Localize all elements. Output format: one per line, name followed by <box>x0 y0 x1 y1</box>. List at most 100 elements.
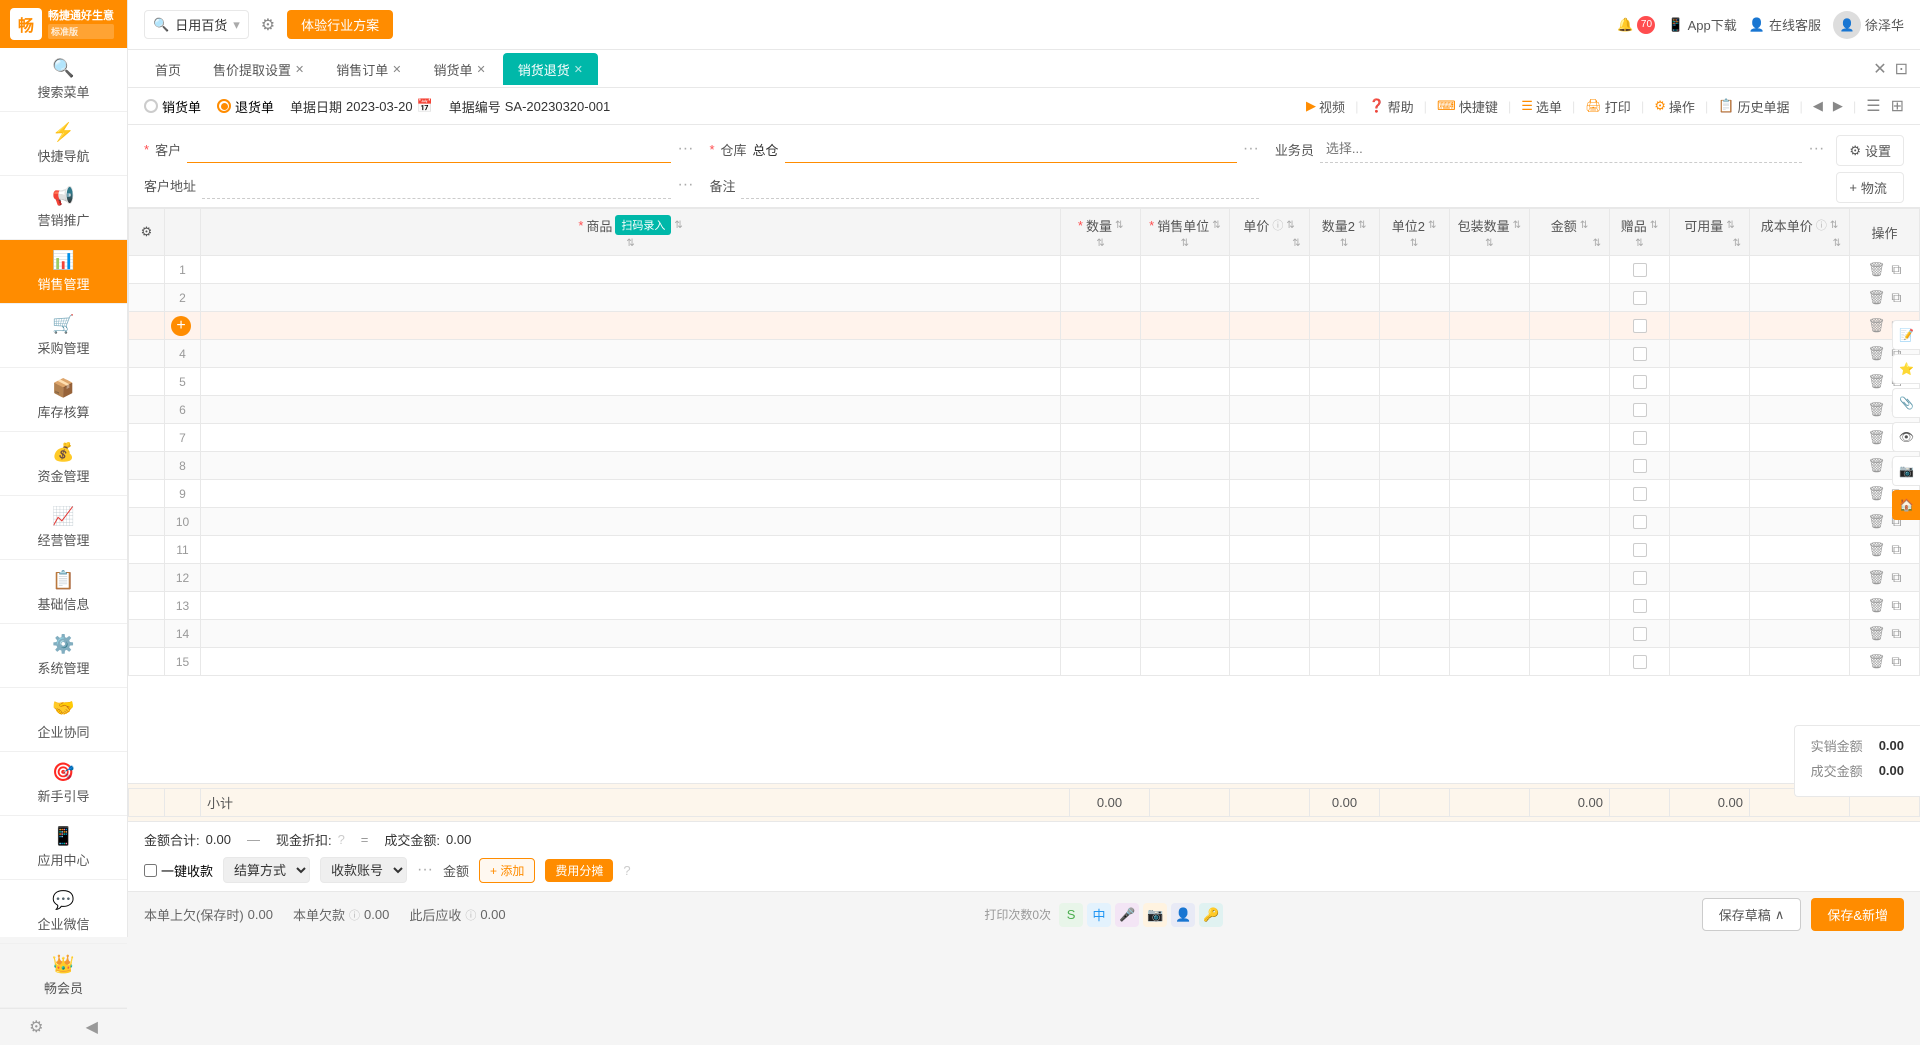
row-amount-12[interactable] <box>1530 564 1610 592</box>
row-qty-7[interactable] <box>1061 424 1141 452</box>
row-price-10[interactable] <box>1229 508 1309 536</box>
gift-checkbox-2[interactable] <box>1633 291 1647 305</box>
product-input-2[interactable] <box>207 291 1054 305</box>
col-qty-header[interactable]: * 数量 ⇅ <box>1061 209 1141 256</box>
unit-input-12[interactable] <box>1147 571 1222 585</box>
qty2-input-14[interactable] <box>1316 627 1373 641</box>
delete-icon-11[interactable]: 🗑 <box>1868 541 1886 558</box>
row-unit-8[interactable] <box>1141 452 1229 480</box>
copy-icon-2[interactable]: ⧉ <box>1891 289 1901 306</box>
unit2-input-13[interactable] <box>1386 599 1443 613</box>
action-operate[interactable]: ⚙ 操作 <box>1654 97 1695 116</box>
unit2-input-2[interactable] <box>1386 291 1443 305</box>
row-amount-1[interactable] <box>1530 256 1610 284</box>
row-unit-1[interactable] <box>1141 256 1229 284</box>
row-unit-6[interactable] <box>1141 396 1229 424</box>
pack-input-11[interactable] <box>1456 543 1523 557</box>
row-amount-3[interactable] <box>1530 312 1610 340</box>
delete-icon-2[interactable]: 🗑 <box>1868 289 1886 306</box>
row-product-2[interactable] <box>201 284 1061 312</box>
row-gift-12[interactable] <box>1610 564 1670 592</box>
gift-checkbox-3[interactable] <box>1633 319 1647 333</box>
row-product-3[interactable] <box>201 312 1061 340</box>
pack-input-1[interactable] <box>1456 263 1523 277</box>
radio-return-bill[interactable]: 退货单 <box>217 97 274 116</box>
row-price-7[interactable] <box>1229 424 1309 452</box>
unit-input-8[interactable] <box>1147 459 1222 473</box>
price-input-14[interactable] <box>1236 627 1303 641</box>
action-select[interactable]: ☰ 选单 <box>1521 97 1562 116</box>
price-input-5[interactable] <box>1236 375 1303 389</box>
row-gift-10[interactable] <box>1610 508 1670 536</box>
qty2-input-10[interactable] <box>1316 515 1373 529</box>
row-unit2-6[interactable] <box>1379 396 1449 424</box>
qty-input-15[interactable] <box>1067 655 1134 669</box>
row-qty2-7[interactable] <box>1309 424 1379 452</box>
customer-input[interactable] <box>187 135 671 163</box>
row-unit2-2[interactable] <box>1379 284 1449 312</box>
row-product-11[interactable] <box>201 536 1061 564</box>
unit-input-4[interactable] <box>1147 347 1222 361</box>
pack-input-10[interactable] <box>1456 515 1523 529</box>
row-amount-10[interactable] <box>1530 508 1610 536</box>
qty-input-14[interactable] <box>1067 627 1134 641</box>
row-pack-10[interactable] <box>1449 508 1529 536</box>
one-click-checkbox[interactable] <box>144 864 157 877</box>
footer-icon-key[interactable]: 🔑 <box>1199 903 1223 927</box>
sidebar-item-management[interactable]: 📈 经营管理 <box>0 496 127 560</box>
row-product-5[interactable] <box>201 368 1061 396</box>
unit-input-9[interactable] <box>1147 487 1222 501</box>
sidebar-item-system[interactable]: ⚙️ 系统管理 <box>0 624 127 688</box>
gift-checkbox-8[interactable] <box>1633 459 1647 473</box>
row-price-5[interactable] <box>1229 368 1309 396</box>
sidebar-settings-btn[interactable]: ⚙ <box>29 1017 43 1037</box>
row-unit-10[interactable] <box>1141 508 1229 536</box>
col-available-header[interactable]: 可用量 ⇅ <box>1670 209 1750 256</box>
float-btn-cam[interactable]: 📷 <box>1892 456 1920 486</box>
product-input-3[interactable] <box>207 319 1054 333</box>
row-qty-8[interactable] <box>1061 452 1141 480</box>
col-price-header[interactable]: 单价 ⓘ ⇅ <box>1229 209 1309 256</box>
qty-input-1[interactable] <box>1067 263 1134 277</box>
row-amount-5[interactable] <box>1530 368 1610 396</box>
gift-checkbox-15[interactable] <box>1633 655 1647 669</box>
row-pack-3[interactable] <box>1449 312 1529 340</box>
tab-sales-order-close[interactable]: ✕ <box>392 63 401 76</box>
unit-input-14[interactable] <box>1147 627 1222 641</box>
row-qty2-11[interactable] <box>1309 536 1379 564</box>
row-pack-11[interactable] <box>1449 536 1529 564</box>
qty2-input-11[interactable] <box>1316 543 1373 557</box>
gift-checkbox-1[interactable] <box>1633 263 1647 277</box>
float-btn-eye[interactable]: 👁 <box>1892 422 1920 452</box>
col-settings-header[interactable]: ⚙ <box>129 209 165 256</box>
calc-method-select[interactable]: 结算方式 <box>223 857 310 883</box>
delete-icon-15[interactable]: 🗑 <box>1868 653 1886 670</box>
delete-icon-9[interactable]: 🗑 <box>1868 485 1886 502</box>
salesperson-ellipsis[interactable]: ··· <box>1808 140 1824 158</box>
sidebar-item-inventory[interactable]: 📦 库存核算 <box>0 368 127 432</box>
price-input-10[interactable] <box>1236 515 1303 529</box>
row-amount-2[interactable] <box>1530 284 1610 312</box>
row-pack-6[interactable] <box>1449 396 1529 424</box>
delete-icon-12[interactable]: 🗑 <box>1868 569 1886 586</box>
gift-checkbox-7[interactable] <box>1633 431 1647 445</box>
row-gift-2[interactable] <box>1610 284 1670 312</box>
sidebar-item-quicknav[interactable]: ⚡ 快捷导航 <box>0 112 127 176</box>
row-qty2-3[interactable] <box>1309 312 1379 340</box>
copy-icon-14[interactable]: ⧉ <box>1891 625 1901 642</box>
row-qty-13[interactable] <box>1061 592 1141 620</box>
delete-icon-6[interactable]: 🗑 <box>1868 401 1886 418</box>
row-product-7[interactable] <box>201 424 1061 452</box>
unit2-input-9[interactable] <box>1386 487 1443 501</box>
unit-input-3[interactable] <box>1147 319 1222 333</box>
header-search[interactable]: 🔍 日用百货 ▾ <box>144 10 249 39</box>
price-input-11[interactable] <box>1236 543 1303 557</box>
row-qty2-13[interactable] <box>1309 592 1379 620</box>
amount-input-14[interactable] <box>1536 627 1603 641</box>
row-unit2-7[interactable] <box>1379 424 1449 452</box>
price-input-8[interactable] <box>1236 459 1303 473</box>
row-pack-7[interactable] <box>1449 424 1529 452</box>
row-amount-9[interactable] <box>1530 480 1610 508</box>
amount-input-1[interactable] <box>1536 263 1603 277</box>
gift-checkbox-6[interactable] <box>1633 403 1647 417</box>
